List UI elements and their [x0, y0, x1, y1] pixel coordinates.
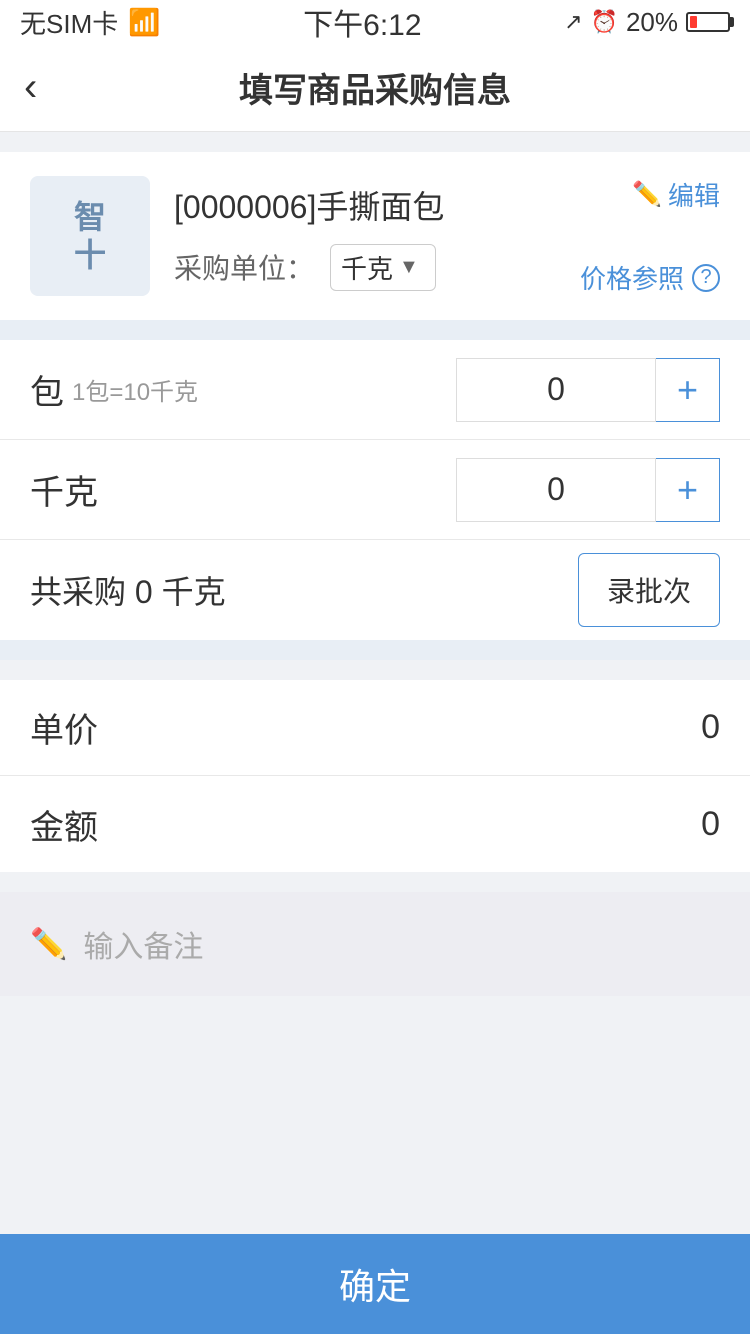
remark-section[interactable]: ✏️ 输入备注	[0, 892, 750, 996]
wifi-icon: 📶	[128, 7, 160, 38]
bag-input-row: 包 1包=10千克 +	[0, 340, 750, 440]
unit-label: 采购单位：	[174, 247, 314, 287]
kg-input[interactable]	[456, 458, 656, 522]
info-icon: ?	[692, 264, 720, 292]
bag-sublabel: 1包=10千克	[72, 372, 456, 407]
section-divider-1	[0, 320, 750, 340]
input-section: 包 1包=10千克 + 千克 +	[0, 340, 750, 540]
status-right: ↗ ⏰ 20%	[564, 7, 730, 38]
bag-input[interactable]	[456, 358, 656, 422]
total-row: 共采购 0 千克 录批次	[0, 540, 750, 640]
kg-input-row: 千克 +	[0, 440, 750, 540]
bag-label: 包	[30, 365, 64, 414]
price-ref-button[interactable]: 价格参照 ?	[580, 259, 720, 296]
status-bar: 无SIM卡 📶 下午6:12 ↗ ⏰ 20%	[0, 0, 750, 44]
product-image: 智 十	[30, 176, 150, 296]
unit-price-label: 单价	[30, 703, 701, 752]
section-divider-2	[0, 640, 750, 660]
dropdown-arrow-icon: ▼	[399, 256, 419, 279]
location-icon: ↗	[564, 9, 582, 35]
total-label: 共采购 0 千克	[30, 567, 578, 613]
carrier-label: 无SIM卡	[20, 4, 118, 41]
battery-indicator	[686, 12, 730, 32]
page-title: 填写商品采购信息	[239, 63, 511, 112]
remark-placeholder: 输入备注	[83, 922, 203, 966]
unit-price-value: 0	[701, 708, 720, 747]
kg-input-control: +	[456, 458, 720, 522]
bag-input-control: +	[456, 358, 720, 422]
price-ref-label: 价格参照	[580, 259, 684, 296]
amount-row: 金额 0	[0, 776, 750, 872]
price-section: 单价 0 金额 0	[0, 680, 750, 872]
confirm-button[interactable]: 确定	[0, 1234, 750, 1334]
nav-bar: ‹ 填写商品采购信息	[0, 44, 750, 132]
battery-fill	[690, 16, 697, 28]
alarm-icon: ⏰	[591, 9, 618, 35]
bag-plus-button[interactable]: +	[656, 358, 720, 422]
kg-plus-button[interactable]: +	[656, 458, 720, 522]
kg-label: 千克	[30, 465, 98, 514]
battery-pct: 20%	[626, 7, 678, 38]
amount-label: 金额	[30, 800, 701, 849]
unit-price-row: 单价 0	[0, 680, 750, 776]
product-card: 智 十 [0000006]手撕面包 采购单位： 千克 ▼ ✏️ 编辑 价格参照 …	[0, 152, 750, 320]
unit-value: 千克	[341, 249, 393, 286]
edit-label: 编辑	[668, 176, 720, 213]
edit-icon: ✏️	[632, 180, 662, 209]
status-time: 下午6:12	[303, 0, 421, 44]
pencil-icon: ✏️	[30, 927, 67, 962]
unit-dropdown[interactable]: 千克 ▼	[330, 244, 436, 291]
status-left: 无SIM卡 📶	[20, 4, 161, 41]
product-logo: 智 十	[74, 198, 106, 275]
amount-value: 0	[701, 805, 720, 844]
record-batch-button[interactable]: 录批次	[578, 553, 720, 627]
back-button[interactable]: ‹	[24, 65, 37, 110]
edit-button[interactable]: ✏️ 编辑	[632, 176, 720, 213]
